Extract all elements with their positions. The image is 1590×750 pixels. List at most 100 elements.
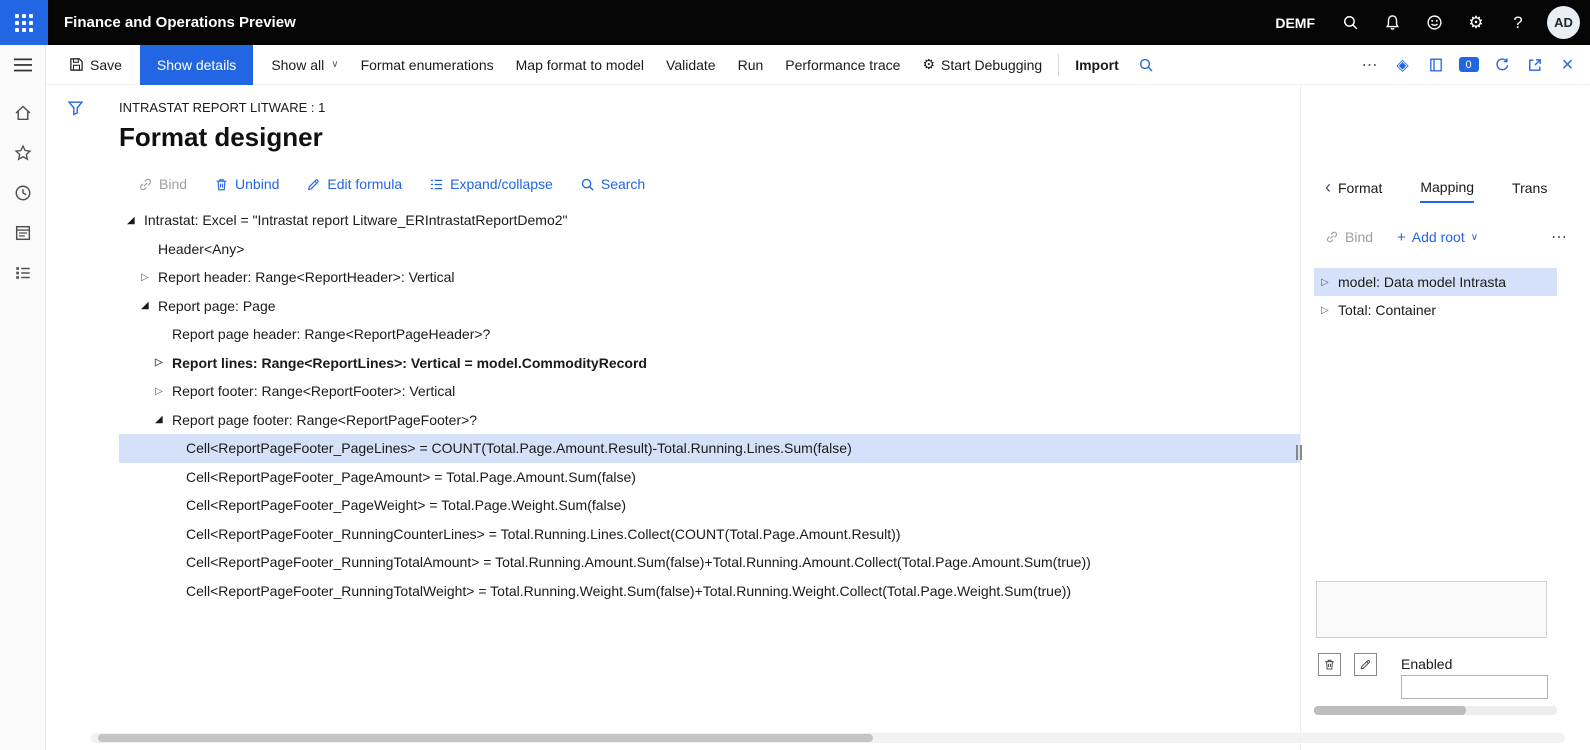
avatar[interactable]: AD [1547,6,1580,39]
notifications-bell-icon[interactable] [1371,0,1413,45]
tree-row[interactable]: ▷ Report footer: Range<ReportFooter>: Ver… [119,377,1300,406]
enabled-input[interactable] [1401,675,1548,699]
expand-triangle-icon[interactable]: ▷ [1321,277,1338,288]
horizontal-scrollbar[interactable] [90,733,1565,743]
chain-link-icon [138,177,153,192]
chevron-down-icon: ∨ [331,59,339,70]
panel-horizontal-scrollbar[interactable] [1314,706,1557,715]
pencil-icon [306,177,321,192]
bind-button[interactable]: Bind [138,176,187,192]
format-designer-main: INTRASTAT REPORT LITWARE : 1 Format desi… [46,85,1300,750]
tree-row[interactable]: ◢ Report page: Page [119,292,1300,321]
refresh-icon[interactable] [1485,45,1518,85]
tab-format-back[interactable]: ‹ Format [1325,177,1382,197]
waffle-grid-icon [15,13,33,32]
run-button[interactable]: Run [727,45,775,85]
unbind-button[interactable]: Unbind [214,176,279,192]
format-enumerations-button[interactable]: Format enumerations [350,45,505,85]
tree-row-label: Cell<ReportPageFooter_PageAmount> = Tota… [186,468,636,485]
start-debugging-button[interactable]: ⚙ Start Debugging [911,45,1053,85]
show-all-dropdown[interactable]: Show all ∨ [260,45,349,85]
edit-button[interactable] [1354,652,1377,676]
app-title[interactable]: Finance and Operations Preview [64,14,296,31]
performance-trace-button[interactable]: Performance trace [774,45,911,85]
left-navigation-rail [0,45,46,750]
tree-row[interactable]: Cell<ReportPageFooter_RunningCounterLine… [119,520,1300,549]
tree-row[interactable]: ▷ Report header: Range<ReportHeader>: Ver… [119,263,1300,292]
map-format-to-model-button[interactable]: Map format to model [505,45,655,85]
save-button[interactable]: Save [58,45,133,85]
diamond-icon[interactable]: ◈ [1386,45,1419,85]
panel-scrollbar-thumb[interactable] [1314,706,1466,715]
notification-count-badge: 0 [1458,57,1479,72]
trash-icon [1323,658,1336,671]
plus-icon: + [1397,228,1406,246]
import-button[interactable]: Import [1064,45,1130,85]
add-root-button[interactable]: + Add root ∨ [1397,229,1478,246]
validate-button[interactable]: Validate [655,45,727,85]
trash-icon [214,177,229,192]
tab-translations[interactable]: Trans [1512,173,1547,203]
tree-row[interactable]: ◢ Report page footer: Range<ReportPageFoo… [119,406,1300,435]
task-guide-book-icon[interactable] [1419,45,1452,85]
panel-more-icon[interactable]: ⋯ [1551,227,1568,247]
scrollbar-thumb[interactable] [98,734,873,742]
enabled-label: Enabled [1401,656,1453,672]
close-icon[interactable]: × [1551,45,1584,85]
tree-row[interactable]: ◢ Intrastat: Excel = "Intrastat report Li… [119,206,1300,235]
sidebar-item-menu-list[interactable] [0,253,46,293]
tab-mapping[interactable]: Mapping [1420,173,1475,203]
tree-search-button[interactable]: Search [580,176,645,192]
mapping-tree-node[interactable]: ▷ model: Data model Intrasta [1314,268,1557,296]
debug-gear-icon: ⚙ [922,56,935,72]
filter-funnel-icon[interactable] [62,94,88,120]
tree-row-label: Cell<ReportPageFooter_RunningCounterLine… [186,525,901,542]
expand-collapse-button[interactable]: Expand/collapse [429,176,553,192]
expand-triangle-icon[interactable]: ▷ [155,386,172,397]
tree-row[interactable]: Cell<ReportPageFooter_RunningTotalAmount… [119,548,1300,577]
sidebar-item-recent[interactable] [0,173,46,213]
message-center-icon[interactable]: 0 [1452,45,1485,85]
tree-row[interactable]: Cell<ReportPageFooter_PageLines> = COUNT… [119,434,1300,463]
tree-row-label: Intrastat: Excel = "Intrastat report Lit… [144,212,568,229]
sidebar-item-favorites[interactable] [0,133,46,173]
help-icon[interactable]: ? [1497,0,1539,45]
unbind-label: Unbind [235,176,280,192]
sidebar-item-home[interactable] [0,93,46,133]
list-lines-icon [429,177,444,192]
expand-triangle-icon[interactable]: ▷ [1321,305,1338,316]
panel-tabs: ‹ Format Mapping Trans [1325,173,1561,203]
expand-triangle-icon[interactable]: ▷ [141,272,158,283]
expand-triangle-icon[interactable]: ▷ [155,357,172,368]
add-root-label: Add root [1411,229,1465,245]
toolbar-divider [1058,53,1060,76]
settings-gear-icon[interactable]: ⚙ [1455,0,1497,45]
collapse-triangle-icon[interactable]: ◢ [155,414,172,425]
tree-row[interactable]: Header<Any> [119,235,1300,264]
actionbar-search-icon[interactable] [1130,45,1163,85]
open-in-new-window-icon[interactable] [1518,45,1551,85]
tree-row[interactable]: ▷ Report lines: Range<ReportLines>: Verti… [119,349,1300,378]
search-icon[interactable] [1329,0,1371,45]
tree-row[interactable]: Report page header: Range<ReportPageHead… [119,320,1300,349]
mapping-node-label: model: Data model Intrasta [1338,274,1507,290]
delete-button[interactable] [1318,652,1341,676]
more-commands-icon[interactable]: ⋯ [1353,45,1386,85]
feedback-smiley-icon[interactable] [1413,0,1455,45]
show-details-button[interactable]: Show details [139,44,254,85]
tree-row[interactable]: Cell<ReportPageFooter_RunningTotalWeight… [119,577,1300,606]
company-selector[interactable]: DEMF [1275,15,1315,31]
sidebar-item-forms[interactable] [0,213,46,253]
edit-formula-button[interactable]: Edit formula [306,176,402,192]
app-launcher-waffle-icon[interactable] [0,0,48,45]
mapping-tree-node[interactable]: ▷ Total: Container [1314,296,1557,324]
collapse-triangle-icon[interactable]: ◢ [141,300,158,311]
expand-collapse-label: Expand/collapse [450,176,553,192]
panel-bind-button[interactable]: Bind [1325,229,1373,245]
collapse-triangle-icon[interactable]: ◢ [127,215,144,226]
hamburger-menu-icon[interactable] [0,45,46,85]
tree-row[interactable]: Cell<ReportPageFooter_PageAmount> = Tota… [119,463,1300,492]
chevron-left-icon: ‹ [1325,177,1331,197]
tree-row[interactable]: Cell<ReportPageFooter_PageWeight> = Tota… [119,491,1300,520]
splitter-grip-icon[interactable] [1296,445,1302,460]
